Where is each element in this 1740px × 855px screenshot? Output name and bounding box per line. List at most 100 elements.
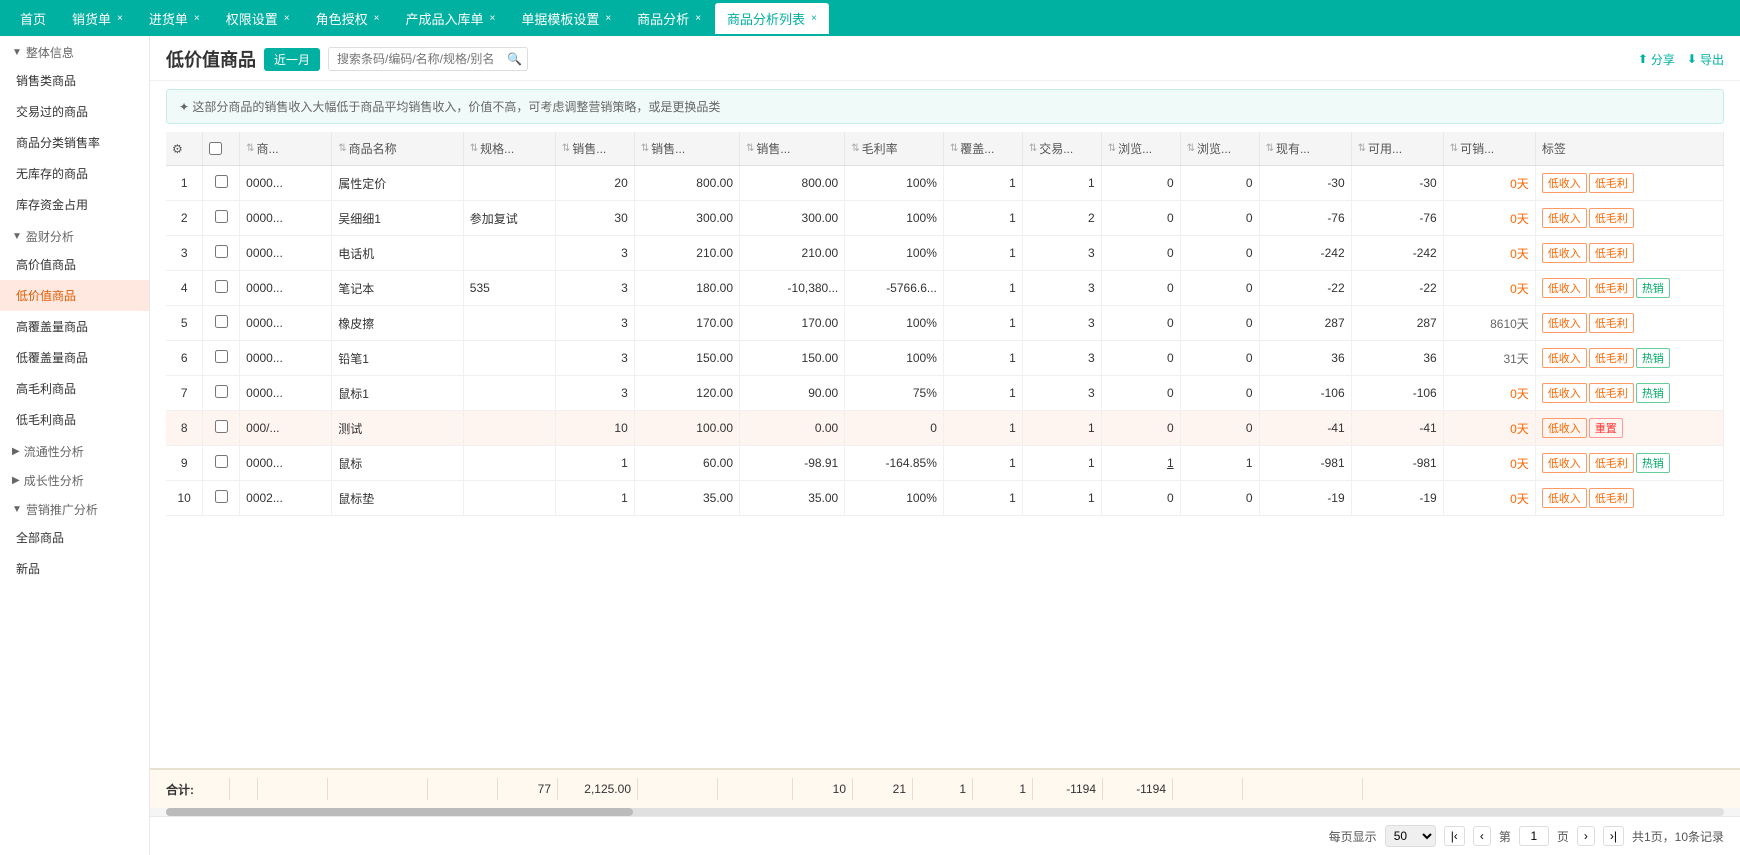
sidebar-item-高毛利商品[interactable]: 高毛利商品: [0, 373, 149, 404]
sidebar-item-销售类商品[interactable]: 销售类商品: [0, 65, 149, 96]
col-spec[interactable]: ⇅ 规格...: [463, 132, 555, 166]
first-page-btn[interactable]: |‹: [1444, 826, 1465, 846]
col-browse2[interactable]: ⇅ 浏览...: [1180, 132, 1259, 166]
sidebar-item-全部商品[interactable]: 全部商品: [0, 522, 149, 553]
nav-close-icon[interactable]: ×: [117, 13, 123, 24]
search-input[interactable]: [328, 47, 528, 71]
sidebar-item-库存资金占用[interactable]: 库存资金占用: [0, 189, 149, 220]
sidebar-item-低覆盖量商品[interactable]: 低覆盖量商品: [0, 342, 149, 373]
col-code[interactable]: ⇅ 商...: [240, 132, 332, 166]
sidebar-item-低毛利商品[interactable]: 低毛利商品: [0, 404, 149, 435]
row-checkbox[interactable]: [215, 175, 228, 188]
nav-close-icon[interactable]: ×: [284, 13, 290, 24]
cell-gross: -164.85%: [845, 446, 944, 481]
col-browse1[interactable]: ⇅ 浏览...: [1101, 132, 1180, 166]
search-icon[interactable]: 🔍: [507, 52, 522, 66]
row-checkbox[interactable]: [215, 420, 228, 433]
total-cell-10: 21: [853, 778, 913, 800]
nav-item-商品分析[interactable]: 商品分析 ×: [625, 3, 713, 34]
cell-checkbox[interactable]: [203, 166, 240, 201]
cell-checkbox[interactable]: [203, 481, 240, 516]
cell-checkbox[interactable]: [203, 446, 240, 481]
row-checkbox[interactable]: [215, 280, 228, 293]
nav-item-进货单[interactable]: 进货单 ×: [137, 3, 212, 34]
date-filter-btn[interactable]: 近一月: [264, 48, 320, 71]
cell-checkbox[interactable]: [203, 411, 240, 446]
col-settings[interactable]: ⚙: [166, 132, 203, 166]
table-wrap[interactable]: ⚙ ⇅ 商... ⇅ 商品名称 ⇅ 规格... ⇅ 销售... ⇅ 销售... …: [150, 132, 1740, 768]
cell-s2: 100.00: [634, 411, 739, 446]
col-name[interactable]: ⇅ 商品名称: [332, 132, 464, 166]
nav-item-角色授权[interactable]: 角色授权 ×: [304, 3, 392, 34]
prev-page-btn[interactable]: ‹: [1473, 826, 1491, 846]
scrollbar-track[interactable]: [166, 808, 1724, 816]
sidebar-group-营销推广分析[interactable]: ▼ 营销推广分析: [0, 493, 149, 522]
col-s2[interactable]: ⇅ 销售...: [634, 132, 739, 166]
cell-s1: 1: [555, 446, 634, 481]
col-days[interactable]: ⇅ 可销...: [1443, 132, 1535, 166]
sidebar-item-无库存的商品[interactable]: 无库存的商品: [0, 158, 149, 189]
cell-days: 0天: [1443, 376, 1535, 411]
nav-item-销货单[interactable]: 销货单 ×: [60, 3, 135, 34]
col-avail[interactable]: ⇅ 可用...: [1351, 132, 1443, 166]
cell-tags: 低收入低毛利: [1535, 166, 1723, 201]
sidebar-group-成长性分析[interactable]: ▶ 成长性分析: [0, 464, 149, 493]
last-page-btn[interactable]: ›|: [1603, 826, 1624, 846]
cell-trade: 3: [1022, 376, 1101, 411]
sidebar-item-交易过的商品[interactable]: 交易过的商品: [0, 96, 149, 127]
col-s1[interactable]: ⇅ 销售...: [555, 132, 634, 166]
row-checkbox[interactable]: [215, 245, 228, 258]
row-checkbox[interactable]: [215, 455, 228, 468]
cell-avail: -242: [1351, 236, 1443, 271]
nav-item-权限设置[interactable]: 权限设置 ×: [214, 3, 302, 34]
sidebar-item-商品分类销售率[interactable]: 商品分类销售率: [0, 127, 149, 158]
cell-checkbox[interactable]: [203, 376, 240, 411]
nav-item-单据模板设置[interactable]: 单据模板设置 ×: [509, 3, 623, 34]
next-page-btn[interactable]: ›: [1577, 826, 1595, 846]
nav-close-icon[interactable]: ×: [194, 13, 200, 24]
cell-checkbox[interactable]: [203, 201, 240, 236]
col-s3[interactable]: ⇅ 销售...: [740, 132, 845, 166]
cell-s1: 3: [555, 236, 634, 271]
sidebar-item-高覆盖量商品[interactable]: 高覆盖量商品: [0, 311, 149, 342]
cell-trade: 2: [1022, 201, 1101, 236]
sidebar-item-新品[interactable]: 新品: [0, 553, 149, 584]
cell-code: 0000...: [240, 166, 332, 201]
nav-item-产成品入库单[interactable]: 产成品入库单 ×: [393, 3, 507, 34]
col-checkbox[interactable]: [203, 132, 240, 166]
sidebar-group-盈财分析[interactable]: ▼ 盈财分析: [0, 220, 149, 249]
nav-close-icon[interactable]: ×: [489, 13, 495, 24]
cell-s2: 120.00: [634, 376, 739, 411]
nav-close-icon[interactable]: ×: [695, 13, 701, 24]
tag-低收入: 低收入: [1542, 278, 1587, 298]
sidebar-group-流通性分析[interactable]: ▶ 流通性分析: [0, 435, 149, 464]
cell-checkbox[interactable]: [203, 306, 240, 341]
scrollbar-thumb[interactable]: [166, 808, 633, 816]
page-input[interactable]: [1519, 826, 1549, 846]
col-gross[interactable]: ⇅ 毛利率: [845, 132, 944, 166]
sidebar-group-整体信息[interactable]: ▼ 整体信息: [0, 36, 149, 65]
page-size-select[interactable]: 50 10 20 100: [1385, 825, 1436, 847]
cell-checkbox[interactable]: [203, 271, 240, 306]
col-tags[interactable]: 标签: [1535, 132, 1723, 166]
nav-close-icon[interactable]: ×: [374, 13, 380, 24]
cell-checkbox[interactable]: [203, 236, 240, 271]
sidebar-item-高价值商品[interactable]: 高价值商品: [0, 249, 149, 280]
row-checkbox[interactable]: [215, 210, 228, 223]
row-checkbox[interactable]: [215, 490, 228, 503]
export-btn[interactable]: ⬇ 导出: [1687, 51, 1724, 68]
nav-close-icon[interactable]: ×: [605, 13, 611, 24]
cell-cov: 1: [943, 271, 1022, 306]
row-checkbox[interactable]: [215, 385, 228, 398]
share-btn[interactable]: ⬆ 分享: [1638, 51, 1675, 68]
sidebar-item-低价值商品[interactable]: 低价值商品: [0, 280, 149, 311]
nav-close-icon[interactable]: ×: [811, 13, 817, 24]
col-trade[interactable]: ⇅ 交易...: [1022, 132, 1101, 166]
row-checkbox[interactable]: [215, 315, 228, 328]
nav-item-首页[interactable]: 首页: [8, 3, 58, 34]
cell-checkbox[interactable]: [203, 341, 240, 376]
col-stock[interactable]: ⇅ 现有...: [1259, 132, 1351, 166]
row-checkbox[interactable]: [215, 350, 228, 363]
col-cov[interactable]: ⇅ 覆盖...: [943, 132, 1022, 166]
nav-item-商品分析列表[interactable]: 商品分析列表 ×: [715, 3, 829, 34]
